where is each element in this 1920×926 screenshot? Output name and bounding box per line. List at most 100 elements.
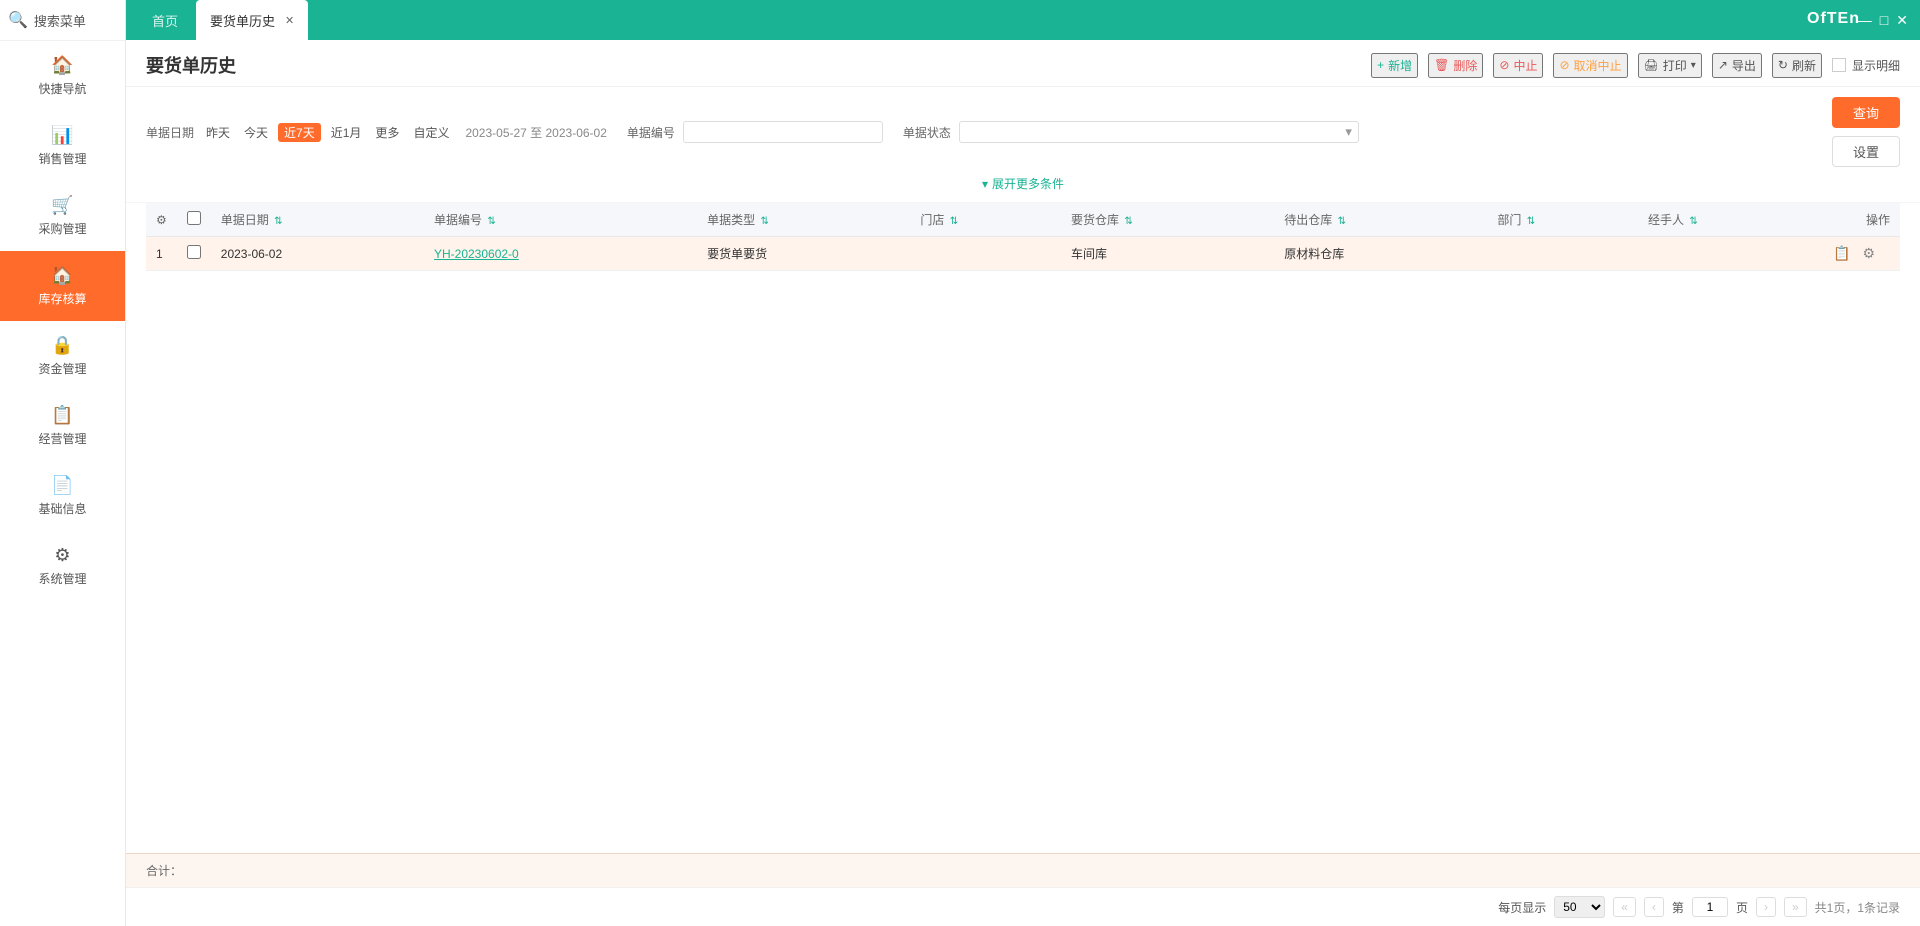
sort-number-icon: ⇅: [487, 216, 495, 227]
delete-button[interactable]: 🗑 删除: [1428, 53, 1483, 78]
display-cell-checkbox[interactable]: [1832, 58, 1846, 72]
doc-number-link[interactable]: YH-20230602-0: [434, 247, 519, 261]
cell-handler: [1638, 237, 1820, 271]
sidebar-search[interactable]: 🔍 搜索菜单: [0, 0, 125, 41]
col-type-label: 单据类型: [707, 213, 755, 227]
tab-close-icon[interactable]: ✕: [285, 14, 294, 27]
delete-icon: 🗑: [1434, 58, 1449, 72]
status-select-arrow-icon[interactable]: ▾: [1339, 124, 1358, 140]
delete-label: 删除: [1453, 57, 1477, 74]
date-tab-yesterday[interactable]: 昨天: [202, 123, 234, 142]
filter-buttons: 查询 设置: [1832, 97, 1900, 167]
sidebar-item-operations[interactable]: 📋 经营管理: [0, 391, 125, 461]
col-handler[interactable]: 经手人 ⇅: [1638, 203, 1820, 237]
sidebar-item-finance[interactable]: 🔒 资金管理: [0, 321, 125, 391]
col-number[interactable]: 单据编号 ⇅: [424, 203, 697, 237]
add-icon: +: [1377, 58, 1384, 72]
cell-type: 要货单要货: [697, 237, 910, 271]
sort-store-icon: ⇅: [950, 216, 958, 227]
page-number-input[interactable]: [1692, 897, 1728, 917]
tab-home-label: 首页: [152, 11, 178, 30]
status-filter-group: 单据状态 ▾: [903, 121, 1812, 143]
query-button[interactable]: 查询: [1832, 97, 1900, 128]
date-tab-7days[interactable]: 近7天: [278, 123, 321, 142]
last-page-button[interactable]: »: [1784, 897, 1807, 917]
col-checkbox[interactable]: [177, 203, 211, 237]
date-tab-1month[interactable]: 近1月: [327, 123, 366, 142]
export-button[interactable]: ↗ 导出: [1712, 53, 1762, 78]
col-ops: 操作: [1820, 203, 1900, 237]
sidebar-item-inventory[interactable]: 🏠 库存核算: [0, 251, 125, 321]
main-area: 首页 要货单历史 ✕ OfTEn — □ ✕ 要货单历史 +: [126, 0, 1920, 926]
sidebar-item-label: 库存核算: [38, 290, 86, 307]
prev-page-button[interactable]: ‹: [1644, 897, 1664, 917]
col-req-warehouse-label: 要货仓库: [1071, 213, 1119, 227]
tab-requisition-history[interactable]: 要货单历史 ✕: [196, 0, 308, 40]
col-pending-warehouse-label: 待出仓库: [1284, 213, 1332, 227]
first-page-button[interactable]: «: [1613, 897, 1636, 917]
sort-req-warehouse-icon: ⇅: [1124, 216, 1132, 227]
cell-checkbox[interactable]: [177, 237, 211, 271]
col-settings[interactable]: ⚙: [146, 203, 177, 237]
inventory-icon: 🏠: [51, 265, 73, 286]
cancel-stop-button[interactable]: ⊘ 取消中止: [1553, 53, 1627, 78]
status-select[interactable]: [960, 122, 1339, 142]
add-button[interactable]: + 新增: [1371, 53, 1418, 78]
col-req-warehouse[interactable]: 要货仓库 ⇅: [1061, 203, 1274, 237]
expand-label: 展开更多条件: [992, 175, 1064, 192]
maximize-button[interactable]: □: [1880, 12, 1888, 28]
col-store[interactable]: 门店 ⇅: [910, 203, 1061, 237]
date-tab-more[interactable]: 更多: [371, 123, 403, 142]
tab-bar: 首页 要货单历史 ✕ OfTEn — □ ✕: [126, 0, 1920, 40]
date-tab-today[interactable]: 今天: [240, 123, 272, 142]
display-cell-button[interactable]: 显示明细: [1832, 57, 1900, 74]
page-size-label: 每页显示: [1498, 899, 1546, 916]
page-size-select[interactable]: 20 50 100 200: [1554, 896, 1605, 918]
operations-icon: 📋: [51, 405, 73, 426]
cell-index: 1: [146, 237, 177, 271]
date-tab-custom[interactable]: 自定义: [409, 123, 453, 142]
setting-button[interactable]: 设置: [1832, 136, 1900, 167]
row-edit-button[interactable]: 📋: [1830, 244, 1853, 263]
page-label: 第: [1672, 899, 1684, 916]
sidebar-item-quick-nav[interactable]: 🏠 快捷导航: [0, 41, 125, 111]
col-date-label: 单据日期: [221, 213, 269, 227]
doc-number-input[interactable]: [683, 121, 883, 143]
sidebar-item-system[interactable]: ⚙ 系统管理: [0, 531, 125, 601]
col-type[interactable]: 单据类型 ⇅: [697, 203, 910, 237]
system-icon: ⚙: [54, 545, 70, 566]
close-button[interactable]: ✕: [1896, 12, 1908, 29]
sidebar: 🔍 搜索菜单 🏠 快捷导航 📊 销售管理 🛒 采购管理 🏠 库存核算 🔒 资金管…: [0, 0, 126, 926]
display-cell-label: 显示明细: [1852, 57, 1900, 74]
filter-row-1: 单据日期 昨天 今天 近7天 近1月 更多 自定义 2023-05-27 至 2…: [146, 97, 1900, 167]
refresh-button[interactable]: ↻ 刷新: [1772, 53, 1822, 78]
filter-area: 单据日期 昨天 今天 近7天 近1月 更多 自定义 2023-05-27 至 2…: [126, 87, 1920, 203]
expand-more-button[interactable]: ▾ 展开更多条件: [146, 175, 1900, 192]
table-header-row: ⚙ 单据日期 ⇅ 单据编号 ⇅ 单据类型: [146, 203, 1900, 237]
page-unit: 页: [1736, 899, 1748, 916]
col-department[interactable]: 部门 ⇅: [1487, 203, 1638, 237]
toolbar: + 新增 🗑 删除 ⊘ 中止 ⊘ 取消中止: [1371, 53, 1900, 78]
stop-button[interactable]: ⊘ 中止: [1493, 53, 1543, 78]
tab-home[interactable]: 首页: [138, 0, 192, 40]
next-page-button[interactable]: ›: [1756, 897, 1776, 917]
status-select-wrapper: ▾: [959, 121, 1359, 143]
select-all-checkbox[interactable]: [187, 211, 201, 225]
sidebar-item-purchase[interactable]: 🛒 采购管理: [0, 181, 125, 251]
print-button[interactable]: 🖨 打印 ▾: [1638, 53, 1702, 78]
row-operations: 📋 ⚙: [1830, 244, 1890, 263]
cell-store: [910, 237, 1061, 271]
sidebar-item-basic-info[interactable]: 📄 基础信息: [0, 461, 125, 531]
sidebar-item-label: 采购管理: [38, 220, 86, 237]
doc-number-label: 单据编号: [627, 124, 675, 141]
cell-number: YH-20230602-0: [424, 237, 697, 271]
sidebar-item-label: 系统管理: [38, 570, 86, 587]
col-pending-warehouse[interactable]: 待出仓库 ⇅: [1274, 203, 1487, 237]
row-more-button[interactable]: ⚙: [1859, 244, 1878, 263]
col-date[interactable]: 单据日期 ⇅: [211, 203, 424, 237]
row-checkbox[interactable]: [187, 245, 201, 259]
page-header: 要货单历史 + 新增 🗑 删除 ⊘ 中止 ⊘: [126, 40, 1920, 87]
col-ops-label: 操作: [1866, 213, 1890, 227]
sidebar-item-sales[interactable]: 📊 销售管理: [0, 111, 125, 181]
summary-label: 合计：: [146, 864, 182, 878]
